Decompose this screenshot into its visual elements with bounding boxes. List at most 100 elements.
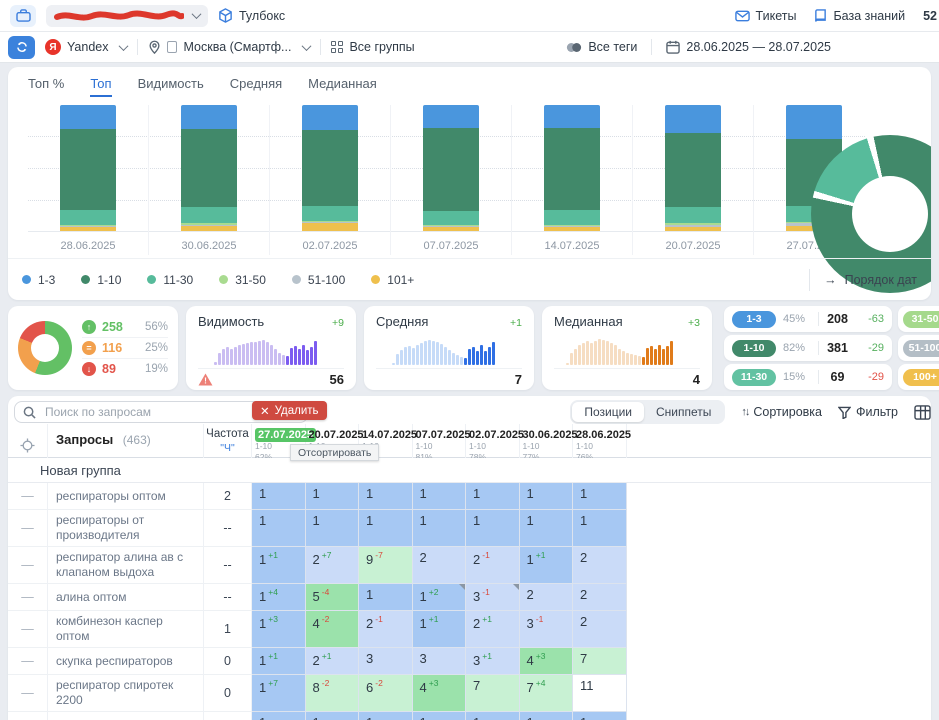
position-cell[interactable]: 1 +1 bbox=[412, 611, 466, 648]
knowledge-base-button[interactable]: База знаний bbox=[814, 9, 905, 23]
legend-item[interactable]: 101+ bbox=[371, 273, 414, 287]
position-cell[interactable]: 2 bbox=[573, 611, 627, 648]
position-cell[interactable]: 2 +7 bbox=[305, 547, 359, 584]
metric-card-Видимость[interactable]: Видимость +9! 56 bbox=[186, 306, 356, 390]
position-cell[interactable]: 2 bbox=[573, 584, 627, 611]
query-name[interactable]: респиратор алина ав с клапаном выдоха bbox=[48, 547, 204, 584]
position-cell[interactable]: 2 bbox=[412, 547, 466, 584]
position-cell[interactable]: 7 +4 bbox=[519, 675, 573, 712]
bar-column[interactable]: 02.07.2025 bbox=[270, 105, 391, 255]
projects-button[interactable] bbox=[10, 4, 36, 27]
bar-column[interactable]: 28.06.2025 bbox=[28, 105, 149, 255]
group-row[interactable]: Новая группа bbox=[8, 458, 931, 483]
top-stat-row-clipped[interactable]: 51-100 bbox=[898, 335, 939, 361]
position-cell[interactable]: 4 +3 bbox=[519, 648, 573, 675]
top-stat-row[interactable]: 11-30 15% 69 -29 bbox=[724, 364, 892, 390]
row-handle[interactable]: — bbox=[8, 584, 48, 611]
position-cell[interactable]: 1 +7 bbox=[252, 675, 306, 712]
row-handle[interactable]: — bbox=[8, 483, 48, 510]
date-range-picker[interactable]: 28.06.2025 — 28.07.2025 bbox=[666, 40, 831, 54]
position-cell[interactable]: 2 -1 bbox=[359, 611, 413, 648]
delete-date-button[interactable]: ✕ Удалить bbox=[252, 401, 327, 420]
region-selector[interactable]: Москва (Смартф... bbox=[148, 40, 312, 54]
top-stat-row[interactable]: 1-10 82% 381 -29 bbox=[724, 335, 892, 361]
query-name[interactable]: респираторы оптом bbox=[48, 483, 204, 510]
position-cell[interactable]: 1 bbox=[412, 510, 466, 547]
date-column-header[interactable]: 30.06.2025 1-10 77% bbox=[520, 424, 578, 463]
toggle-Сниппеты[interactable]: Сниппеты bbox=[644, 402, 723, 422]
legend-item[interactable]: 1-10 bbox=[81, 273, 121, 287]
query-name[interactable]: комбинезон каспер оптом bbox=[48, 611, 204, 648]
position-cell[interactable]: 1 bbox=[466, 483, 520, 510]
position-cell[interactable]: 1 bbox=[359, 483, 413, 510]
position-cell[interactable]: 1 bbox=[519, 712, 573, 720]
metric-card-Средняя[interactable]: Средняя +1 7 bbox=[364, 306, 534, 390]
sort-button[interactable]: ↑↓ Сортировка bbox=[741, 405, 822, 419]
bar-column[interactable]: 30.06.2025 bbox=[149, 105, 270, 255]
position-cell[interactable]: 2 bbox=[573, 547, 627, 584]
target-column-header[interactable] bbox=[8, 424, 48, 463]
position-cell[interactable]: 2 -1 bbox=[466, 547, 520, 584]
query-name[interactable]: алина оптом bbox=[48, 584, 204, 611]
position-cell[interactable]: 3 -1 bbox=[519, 611, 573, 648]
tab-Видимость[interactable]: Видимость bbox=[138, 76, 204, 97]
tickets-button[interactable]: Тикеты bbox=[734, 9, 796, 23]
position-cell[interactable]: 2 +1 bbox=[305, 648, 359, 675]
position-cell[interactable]: 1 bbox=[466, 510, 520, 547]
tab-Топ %[interactable]: Топ % bbox=[28, 76, 64, 97]
position-cell[interactable]: 1 bbox=[359, 712, 413, 720]
position-cell[interactable]: 9 -7 bbox=[359, 547, 413, 584]
toggle-Позиции[interactable]: Позиции bbox=[572, 402, 644, 422]
tab-Медианная[interactable]: Медианная bbox=[308, 76, 377, 97]
row-handle[interactable]: — bbox=[8, 611, 48, 648]
legend-item[interactable]: 1-3 bbox=[22, 273, 55, 287]
position-cell[interactable]: 1 bbox=[573, 483, 627, 510]
position-cell[interactable]: 1 bbox=[359, 584, 413, 611]
position-cell[interactable]: 3 +1 bbox=[466, 648, 520, 675]
project-selector[interactable] bbox=[46, 4, 208, 27]
position-cell[interactable]: 1 +4 bbox=[252, 584, 306, 611]
query-name[interactable]: алина п bbox=[48, 712, 204, 720]
top-stat-row[interactable]: 1-3 45% 208 -63 bbox=[724, 306, 892, 332]
query-name[interactable]: скупка респираторов bbox=[48, 648, 204, 675]
metric-card-Медианная[interactable]: Медианная +3 4 bbox=[542, 306, 712, 390]
position-cell[interactable]: 3 -1 bbox=[466, 584, 520, 611]
position-cell[interactable]: 1 bbox=[305, 712, 359, 720]
bar-column[interactable]: 14.07.2025 bbox=[512, 105, 633, 255]
position-cell[interactable]: 3 bbox=[412, 648, 466, 675]
row-handle[interactable]: — bbox=[8, 510, 48, 547]
frequency-column-header[interactable]: Частота "Ч" bbox=[204, 424, 252, 463]
position-cell[interactable]: 1 bbox=[573, 510, 627, 547]
search-engine-selector[interactable]: Я Yandex bbox=[45, 39, 129, 55]
row-handle[interactable]: — bbox=[8, 712, 48, 720]
queries-column-header[interactable]: Запросы (463) bbox=[48, 424, 204, 463]
position-cell[interactable]: 11 bbox=[573, 675, 627, 712]
position-cell[interactable]: 6 -2 bbox=[359, 675, 413, 712]
position-cell[interactable]: 1 bbox=[466, 712, 520, 720]
top-stat-row-clipped[interactable]: 100+ bbox=[898, 364, 939, 390]
row-handle[interactable]: — bbox=[8, 648, 48, 675]
position-cell[interactable]: 1 bbox=[252, 712, 306, 720]
position-cell[interactable]: 1 bbox=[412, 483, 466, 510]
position-cell[interactable]: 1 +1 bbox=[252, 648, 306, 675]
position-cell[interactable]: 8 -2 bbox=[305, 675, 359, 712]
legend-item[interactable]: 11-30 bbox=[147, 273, 193, 287]
position-cell[interactable]: 1 bbox=[252, 483, 306, 510]
position-cell[interactable]: 4 +3 bbox=[412, 675, 466, 712]
date-column-header[interactable]: 02.07.2025 1-10 78% bbox=[466, 424, 524, 463]
query-name[interactable]: респиратор спиротек 2200 bbox=[48, 675, 204, 712]
position-cell[interactable]: 2 +1 bbox=[466, 611, 520, 648]
position-cell[interactable]: 1 bbox=[573, 712, 627, 720]
position-cell[interactable]: 1 bbox=[359, 510, 413, 547]
position-cell[interactable]: 1 bbox=[305, 483, 359, 510]
top-stat-row-clipped[interactable]: 31-50 bbox=[898, 306, 939, 332]
refresh-button[interactable] bbox=[8, 35, 35, 59]
position-cell[interactable]: 4 -2 bbox=[305, 611, 359, 648]
date-column-header[interactable]: 07.07.2025 1-10 81% bbox=[413, 424, 471, 463]
groups-selector[interactable]: Все группы bbox=[331, 40, 415, 54]
position-cell[interactable]: 2 bbox=[519, 584, 573, 611]
position-cell[interactable]: 1 bbox=[305, 510, 359, 547]
tab-Топ[interactable]: Топ bbox=[90, 76, 112, 97]
position-cell[interactable]: 1 +2 bbox=[412, 584, 466, 611]
position-cell[interactable]: 7 bbox=[573, 648, 627, 675]
